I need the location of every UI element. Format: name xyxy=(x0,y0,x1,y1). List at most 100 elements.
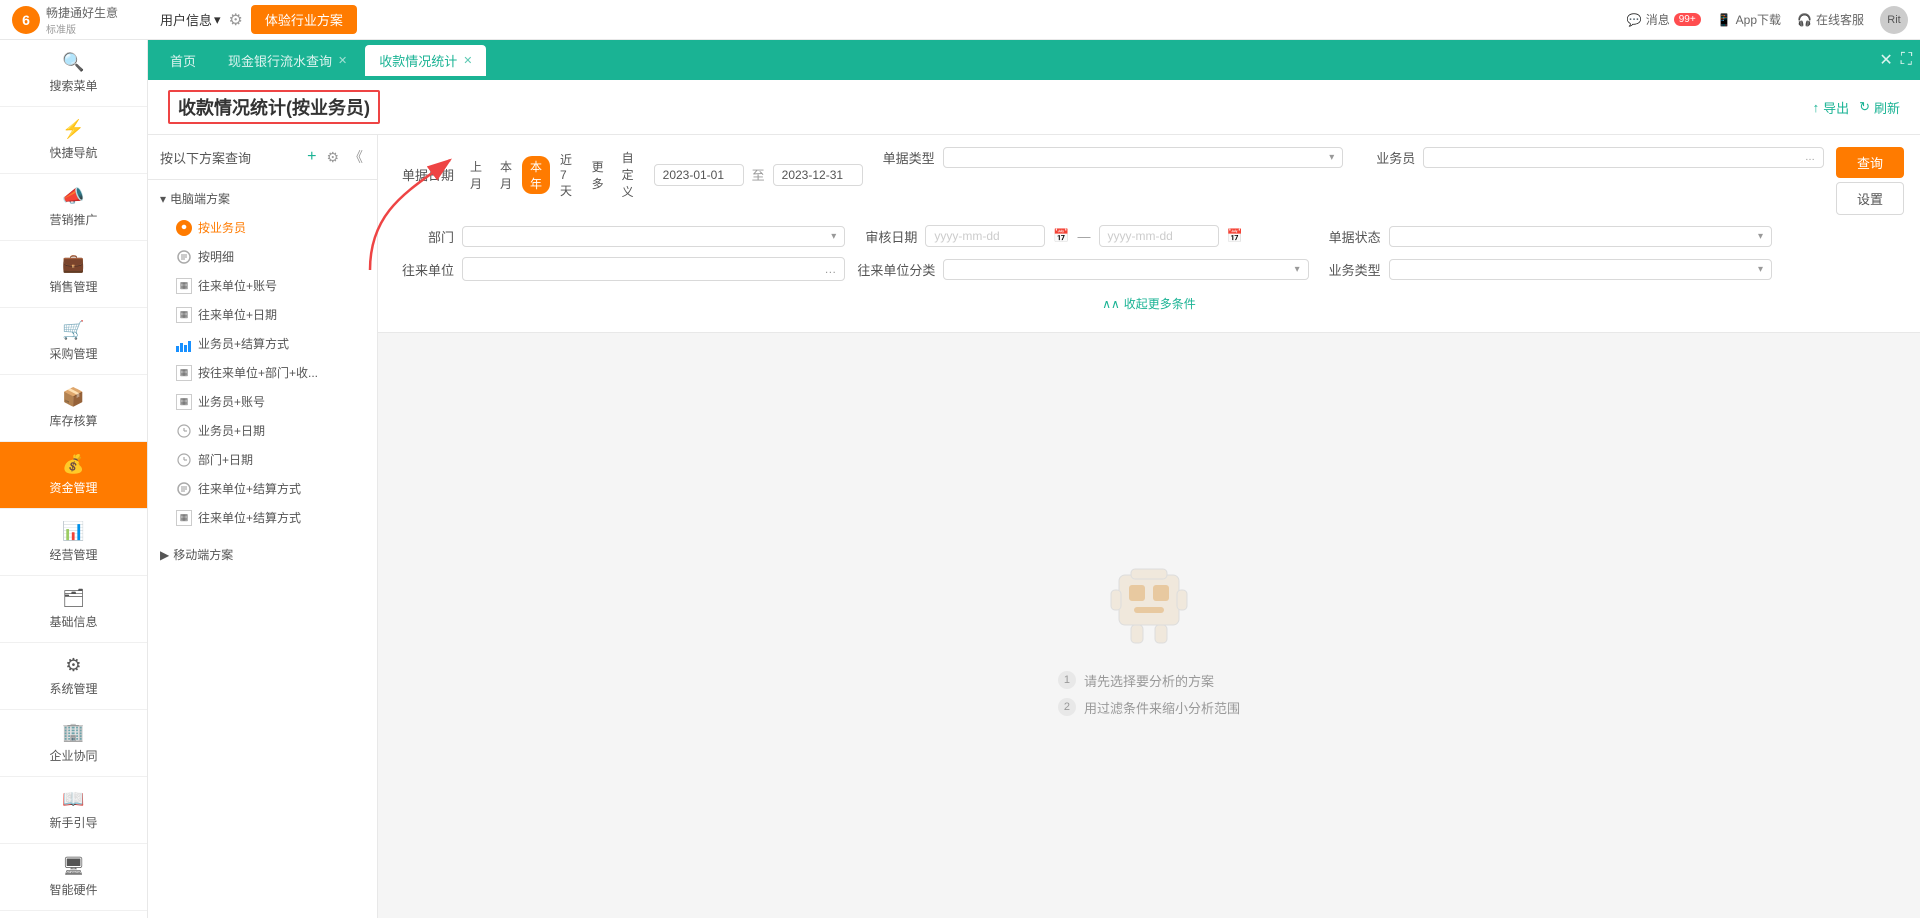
online-service[interactable]: 🎧 在线客服 xyxy=(1797,11,1864,28)
sidebar-item-smarthw[interactable]: 🖥 智能硬件 xyxy=(0,844,147,911)
review-date-from[interactable]: yyyy-mm-dd xyxy=(925,225,1045,247)
scheme-partner-dept[interactable]: ▦ 按往来单位+部门+收... xyxy=(148,358,377,387)
date-to-input[interactable]: 2023-12-31 xyxy=(773,164,863,186)
date-tab-prev-month[interactable]: 上月 xyxy=(462,156,490,194)
scheme-dept-date[interactable]: 部门+日期 xyxy=(148,445,377,474)
sidebar-item-inventory[interactable]: 📦 库存核算 xyxy=(0,375,147,442)
export-icon: ↑ xyxy=(1813,100,1820,115)
partner-more-icon[interactable]: … xyxy=(824,262,836,276)
query-button[interactable]: 查询 xyxy=(1836,147,1904,178)
date-tab-more[interactable]: 更多 xyxy=(584,156,612,194)
sidebar-item-finance[interactable]: 💰 资金管理 xyxy=(0,442,147,509)
main-content: 首页 现金银行流水查询 ✕ 收款情况统计 ✕ ✕ ⛶ 收款情况统计(按业务员) … xyxy=(148,40,1920,918)
refresh-btn[interactable]: ↻ 刷新 xyxy=(1859,98,1900,117)
sidebar-item-enterprise[interactable]: 🏢 企业协同 xyxy=(0,710,147,777)
panel-collapse-btn[interactable]: 《 xyxy=(347,145,365,169)
user-avatar[interactable]: Rit xyxy=(1880,6,1908,34)
scheme-partner-dept-label: 按往来单位+部门+收... xyxy=(198,364,318,381)
left-panel-header: 按以下方案查询 + ⚙ 《 xyxy=(148,135,377,180)
messages-area[interactable]: 💬 消息 99+ xyxy=(1627,11,1701,28)
scheme-partner-date[interactable]: ▦ 往来单位+日期 xyxy=(148,300,377,329)
scheme-salesperson-label: 按业务员 xyxy=(198,219,246,236)
cal-icon-to[interactable]: 📅 xyxy=(1227,228,1243,244)
tab-receivables-close[interactable]: ✕ xyxy=(463,54,472,67)
trial-button[interactable]: 体验行业方案 xyxy=(251,5,357,34)
bill-status-dropdown-icon: ▾ xyxy=(1758,231,1763,242)
sidebar-item-sales[interactable]: 💼 销售管理 xyxy=(0,241,147,308)
salesperson-select[interactable]: … xyxy=(1423,147,1824,168)
collapse-filters-btn[interactable]: ∧∧ 收起更多条件 xyxy=(394,287,1904,320)
tab-receivables[interactable]: 收款情况统计 ✕ xyxy=(365,45,486,76)
scheme-partner-account-label: 往来单位+账号 xyxy=(198,277,277,294)
scheme-partner-dept-icon: ▦ xyxy=(176,365,192,381)
salesperson-label: 业务员 xyxy=(1355,148,1415,167)
message-icon: 💬 xyxy=(1627,13,1642,27)
sidebar-item-operations[interactable]: 📊 经营管理 xyxy=(0,509,147,576)
service-icon: 🎧 xyxy=(1797,13,1812,27)
messages-badge: 99+ xyxy=(1674,13,1701,26)
date-tab-curr-year[interactable]: 本年 xyxy=(522,156,550,194)
sidebar-label-sales: 销售管理 xyxy=(49,278,97,295)
page-title: 收款情况统计(按业务员) xyxy=(168,90,380,124)
partner-cat-select[interactable]: ▾ xyxy=(943,259,1308,280)
settings-button[interactable]: 设置 xyxy=(1836,182,1904,215)
review-date-to[interactable]: yyyy-mm-dd xyxy=(1099,225,1219,247)
sidebar-label-basicinfo: 基础信息 xyxy=(49,613,97,630)
desktop-group-toggle[interactable]: ▾ 电脑端方案 xyxy=(148,184,377,213)
tab-home[interactable]: 首页 xyxy=(156,45,210,76)
sidebar-label-quicknav: 快捷导航 xyxy=(49,144,97,161)
biz-type-select[interactable]: ▾ xyxy=(1389,259,1772,280)
cal-icon-from[interactable]: 📅 xyxy=(1053,228,1069,244)
body-area: 按以下方案查询 + ⚙ 《 ▾ 电脑端方案 ⏺ 按业务员 xyxy=(148,135,1920,918)
system-icon: ⚙ xyxy=(65,655,81,676)
tab-bank-flow[interactable]: 现金银行流水查询 ✕ xyxy=(214,45,361,76)
scheme-partner-payment2[interactable]: ▦ 往来单位+结算方式 xyxy=(148,503,377,532)
add-scheme-btn[interactable]: + xyxy=(305,146,318,168)
salesperson-dropdown-icon: … xyxy=(1805,152,1815,163)
scheme-partner-account[interactable]: ▦ 往来单位+账号 xyxy=(148,271,377,300)
sidebar-label-operations: 经营管理 xyxy=(49,546,97,563)
scheme-salesperson-account[interactable]: ▦ 业务员+账号 xyxy=(148,387,377,416)
scheme-settings-btn[interactable]: ⚙ xyxy=(324,147,341,168)
date-tab-custom[interactable]: 自定义 xyxy=(614,147,646,202)
bill-type-select[interactable]: ▾ xyxy=(943,147,1344,168)
scheme-salesperson-payment[interactable]: 业务员+结算方式 xyxy=(148,329,377,358)
tab-bank-flow-close[interactable]: ✕ xyxy=(338,54,347,67)
empty-illustration xyxy=(1089,535,1209,655)
date-tab-last7[interactable]: 近7天 xyxy=(552,149,582,201)
logo-area: 6 畅捷通好生意 标准版 xyxy=(12,4,160,36)
window-close-btn[interactable]: ✕ xyxy=(1879,50,1892,70)
app-download[interactable]: 📱 App下载 xyxy=(1717,11,1781,28)
scheme-partner-date-label: 往来单位+日期 xyxy=(198,306,277,323)
date-tab-curr-month[interactable]: 本月 xyxy=(492,156,520,194)
sidebar-item-quicknav[interactable]: ⚡ 快捷导航 xyxy=(0,107,147,174)
gear-btn[interactable]: ⚙ xyxy=(229,10,243,30)
export-btn[interactable]: ↑ 导出 xyxy=(1813,98,1850,117)
window-expand-btn[interactable]: ⛶ xyxy=(1901,51,1912,69)
bill-status-label: 单据状态 xyxy=(1321,227,1381,246)
refresh-icon: ↻ xyxy=(1859,99,1870,115)
scheme-sp-payment-label: 业务员+结算方式 xyxy=(198,335,289,352)
user-breadcrumb[interactable]: 用户信息 ▾ xyxy=(160,10,221,29)
sidebar-item-system[interactable]: ⚙ 系统管理 xyxy=(0,643,147,710)
dept-select[interactable]: ▾ xyxy=(462,226,845,247)
scheme-salesperson-date[interactable]: 业务员+日期 xyxy=(148,416,377,445)
scheme-sp-date-icon xyxy=(176,423,192,439)
mobile-group-toggle[interactable]: ▶ 移动端方案 xyxy=(148,540,377,569)
bill-status-select[interactable]: ▾ xyxy=(1389,226,1772,247)
sidebar-item-wechat[interactable]: 💬 企业微信 xyxy=(0,911,147,918)
sidebar-item-marketing[interactable]: 📣 营销推广 xyxy=(0,174,147,241)
sidebar-item-guide[interactable]: 📖 新手引导 xyxy=(0,777,147,844)
scheme-partner-payment1[interactable]: 往来单位+结算方式 xyxy=(148,474,377,503)
sidebar-item-search[interactable]: 🔍 搜索菜单 xyxy=(0,40,147,107)
sidebar-label-system: 系统管理 xyxy=(49,680,97,697)
sidebar-item-basicinfo[interactable]: 🗂 基础信息 xyxy=(0,576,147,643)
date-from-input[interactable]: 2023-01-01 xyxy=(654,164,744,186)
scheme-by-salesperson[interactable]: ⏺ 按业务员 xyxy=(148,213,377,242)
smarthw-icon: 🖥 xyxy=(62,856,85,877)
sidebar-label-purchase: 采购管理 xyxy=(49,345,97,362)
scheme-by-detail[interactable]: 按明细 xyxy=(148,242,377,271)
sidebar-item-purchase[interactable]: 🛒 采购管理 xyxy=(0,308,147,375)
partner-select[interactable]: … xyxy=(462,257,845,281)
sidebar-label-finance: 资金管理 xyxy=(49,479,97,496)
